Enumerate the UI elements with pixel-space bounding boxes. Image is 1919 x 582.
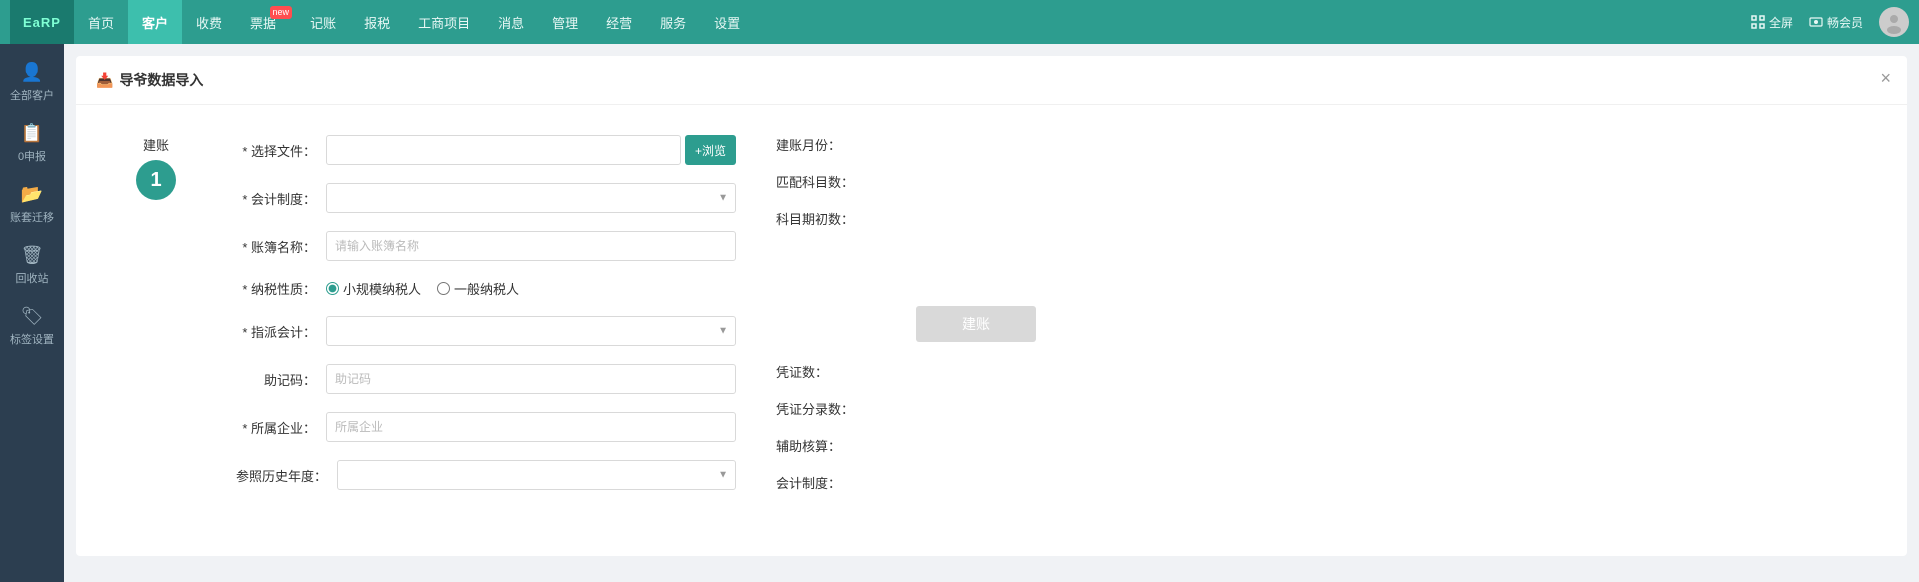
tax-type-radio-group: 小规模纳税人 一般纳税人 <box>326 279 736 298</box>
assistant-code-row: 助记码： <box>236 364 736 394</box>
recycle-icon: 🗑 <box>21 245 44 266</box>
tax-option2-text: 一般纳税人 <box>454 279 519 298</box>
build-month-label: 建账月份： <box>776 135 866 154</box>
aux-accounting-label: 辅助核算： <box>776 436 866 455</box>
tax-option1-label[interactable]: 小规模纳税人 <box>326 279 421 298</box>
ledger-name-row: * 账簿名称： <box>236 231 736 261</box>
tags-icon: 🏷 <box>21 306 44 327</box>
layout: 👤 全部客户 📋 0申报 📂 账套迁移 🗑 回收站 🏷 标签设置 📥 导爷数据导… <box>0 44 1919 582</box>
nav-clients[interactable]: 客户 <box>128 0 182 44</box>
step-section: 建账 1 <box>116 135 196 510</box>
history-year-select[interactable] <box>337 460 736 490</box>
history-year-label: 参照历史年度： <box>236 466 337 485</box>
nav-bookkeeping[interactable]: 记账 <box>296 0 350 44</box>
tax-type-label: * 纳税性质： <box>236 279 326 298</box>
accounting-system-select-wrapper: ▼ <box>326 183 736 213</box>
zero-declare-icon: 📋 <box>21 123 43 144</box>
vip-icon <box>1809 15 1823 29</box>
tax-option1-radio[interactable] <box>326 282 339 295</box>
navbar: EaRP 首页 客户 收费 票据 new 记账 报税 工商项目 消息 管理 经营… <box>0 0 1919 44</box>
browse-button[interactable]: +浏览 <box>685 135 736 165</box>
nav-messages[interactable]: 消息 <box>484 0 538 44</box>
init-balance-row: 科目期初数： <box>776 209 1176 228</box>
company-label: * 所属企业： <box>236 418 326 437</box>
nav-manage[interactable]: 管理 <box>538 0 592 44</box>
voucher-count-label: 凭证数： <box>776 362 866 381</box>
sidebar-item-migrate[interactable]: 📂 账套迁移 <box>0 176 64 233</box>
main-content: 📥 导爷数据导入 × 建账 1 * 选择文件： <box>64 44 1919 582</box>
company-input[interactable] <box>326 412 736 442</box>
right-accounting-system-label: 会计制度： <box>776 473 866 492</box>
nav-fees[interactable]: 收费 <box>182 0 236 44</box>
match-subjects-row: 匹配科目数： <box>776 172 1176 191</box>
sidebar-item-zero-declare[interactable]: 📋 0申报 <box>0 115 64 172</box>
file-input-group: +浏览 <box>326 135 736 165</box>
ledger-name-input[interactable] <box>326 231 736 261</box>
sidebar: 👤 全部客户 📋 0申报 📂 账套迁移 🗑 回收站 🏷 标签设置 <box>0 44 64 582</box>
navbar-right: 全屏 畅会员 <box>1751 7 1909 37</box>
tax-option2-label[interactable]: 一般纳税人 <box>437 279 519 298</box>
init-balance-label: 科目期初数： <box>776 209 866 228</box>
form-left: * 选择文件： +浏览 * 会计制度： ▼ <box>236 135 736 510</box>
avatar-icon <box>1882 10 1906 34</box>
import-icon: 📥 <box>96 72 113 89</box>
all-clients-icon: 👤 <box>21 62 43 83</box>
migrate-icon: 📂 <box>21 184 43 205</box>
tax-option1-text: 小规模纳税人 <box>343 279 421 298</box>
avatar[interactable] <box>1879 7 1909 37</box>
select-file-row: * 选择文件： +浏览 <box>236 135 736 165</box>
nav-bills[interactable]: 票据 new <box>236 0 296 44</box>
nav-tax[interactable]: 报税 <box>350 0 404 44</box>
right-accounting-system-row: 会计制度： <box>776 473 1176 492</box>
logo: EaRP <box>10 0 74 49</box>
voucher-entries-row: 凭证分录数： <box>776 399 1176 418</box>
step-label: 建账 <box>143 135 169 154</box>
sidebar-item-recycle[interactable]: 🗑 回收站 <box>0 237 64 294</box>
build-month-row: 建账月份： <box>776 135 1176 154</box>
nav-home[interactable]: 首页 <box>74 0 128 44</box>
sidebar-item-all-clients[interactable]: 👤 全部客户 <box>0 54 64 111</box>
new-badge: new <box>270 6 293 19</box>
build-account-button[interactable]: 建账 <box>916 306 1036 342</box>
file-input[interactable] <box>326 135 681 165</box>
voucher-entries-label: 凭证分录数： <box>776 399 866 418</box>
nav-services[interactable]: 服务 <box>646 0 700 44</box>
history-year-row: 参照历史年度： ▼ <box>236 460 736 490</box>
tax-option2-radio[interactable] <box>437 282 450 295</box>
accountant-label: * 指派会计： <box>236 322 326 341</box>
accounting-system-select[interactable] <box>326 183 736 213</box>
form-right: 建账月份： 匹配科目数： 科目期初数： 建账 <box>776 135 1176 510</box>
select-file-label: * 选择文件： <box>236 141 326 160</box>
fullscreen-btn[interactable]: 全屏 <box>1751 14 1793 31</box>
accounting-system-label: * 会计制度： <box>236 189 326 208</box>
close-button[interactable]: × <box>1880 68 1891 89</box>
sidebar-item-tags[interactable]: 🏷 标签设置 <box>0 298 64 355</box>
accountant-select[interactable] <box>326 316 736 346</box>
nav-operations[interactable]: 经营 <box>592 0 646 44</box>
card-header: 📥 导爷数据导入 × <box>76 56 1907 105</box>
aux-accounting-row: 辅助核算： <box>776 436 1176 455</box>
tax-type-row: * 纳税性质： 小规模纳税人 一般纳税人 <box>236 279 736 298</box>
voucher-count-row: 凭证数： <box>776 362 1176 381</box>
assistant-code-label: 助记码： <box>236 370 326 389</box>
vip-btn[interactable]: 畅会员 <box>1809 14 1863 31</box>
ledger-name-label: * 账簿名称： <box>236 237 326 256</box>
nav-business[interactable]: 工商项目 <box>404 0 484 44</box>
accounting-system-row: * 会计制度： ▼ <box>236 183 736 213</box>
modal-card: 📥 导爷数据导入 × 建账 1 * 选择文件： <box>76 56 1907 556</box>
modal-title: 导爷数据导入 <box>119 70 203 90</box>
nav-settings[interactable]: 设置 <box>700 0 754 44</box>
step-circle: 1 <box>136 160 176 200</box>
history-year-select-wrapper: ▼ <box>337 460 736 490</box>
accountant-select-wrapper: ▼ <box>326 316 736 346</box>
form-area: 建账 1 * 选择文件： +浏览 * 会计制度： <box>76 105 1907 540</box>
company-row: * 所属企业： <box>236 412 736 442</box>
assistant-code-input[interactable] <box>326 364 736 394</box>
fullscreen-icon <box>1751 15 1765 29</box>
accountant-row: * 指派会计： ▼ <box>236 316 736 346</box>
match-subjects-label: 匹配科目数： <box>776 172 866 191</box>
